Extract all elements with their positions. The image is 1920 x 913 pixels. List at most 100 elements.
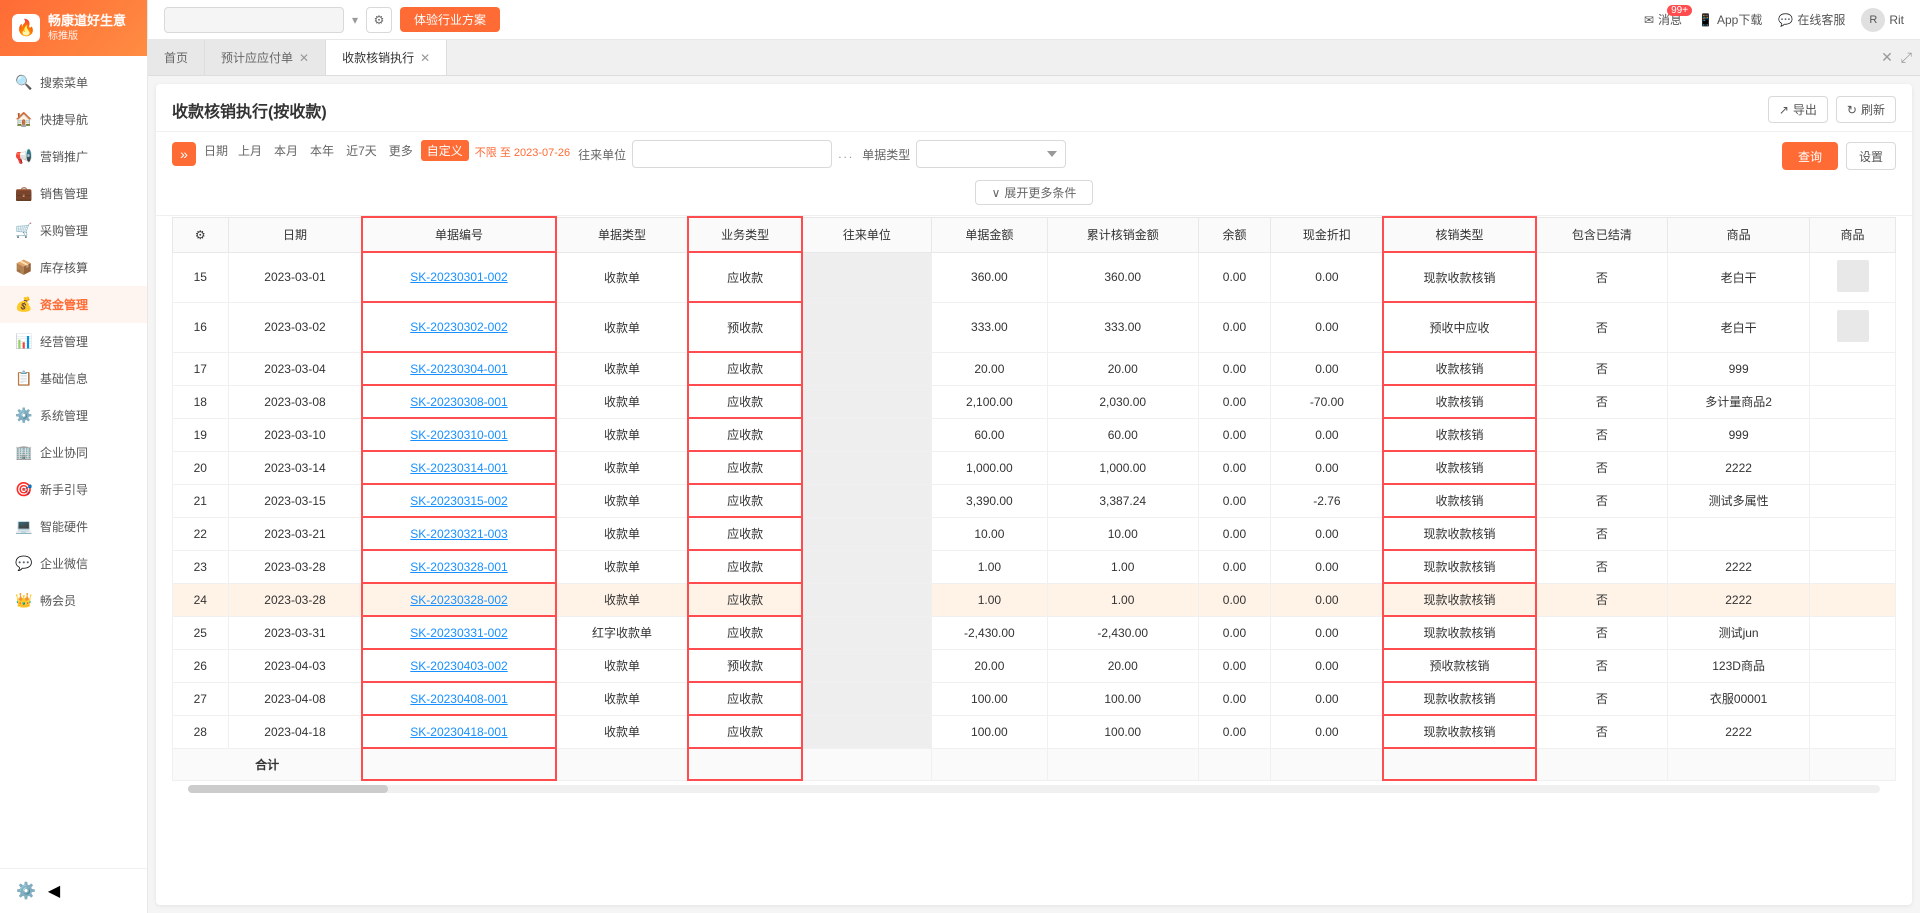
- cell-cash-discount: 0.00: [1271, 583, 1384, 616]
- cell-cash-discount: 0.00: [1271, 517, 1384, 550]
- sidebar-item-system[interactable]: ⚙️系统管理: [0, 397, 147, 434]
- voucher-link[interactable]: SK-20230301-002: [410, 270, 507, 284]
- sidebar-item-enterprise[interactable]: 🏢企业协同: [0, 434, 147, 471]
- sidebar-item-finance[interactable]: 💰资金管理: [0, 286, 147, 323]
- sidebar-item-label: 销售管理: [40, 185, 88, 202]
- tab-close-all-icon[interactable]: ✕: [1881, 49, 1893, 66]
- tab-collection-close[interactable]: ✕: [420, 51, 430, 65]
- logo-main: 畅康道好生意: [48, 13, 126, 30]
- voucher-link[interactable]: SK-20230321-003: [410, 527, 507, 541]
- th-partner[interactable]: 往来单位: [802, 217, 932, 252]
- tab-expand-icon[interactable]: ⤢: [1901, 49, 1912, 66]
- th-amount[interactable]: 单据金额: [931, 217, 1047, 252]
- tab-prepay[interactable]: 预计应应付单 ✕: [205, 40, 326, 75]
- filter-last-month[interactable]: 上月: [234, 140, 266, 161]
- cell-product: 999: [1668, 352, 1810, 385]
- th-product1[interactable]: 商品: [1668, 217, 1810, 252]
- th-balance[interactable]: 余额: [1198, 217, 1271, 252]
- topbar-gear-button[interactable]: ⚙: [366, 7, 392, 33]
- cell-product: 衣服00001: [1668, 682, 1810, 715]
- table-row: 22 2023-03-21 SK-20230321-003 收款单 应收款 10…: [173, 517, 1896, 550]
- expand-more-button[interactable]: ∨ 展开更多条件: [975, 180, 1094, 205]
- tab-prepay-close[interactable]: ✕: [299, 51, 309, 65]
- sidebar-item-operation[interactable]: 📊经营管理: [0, 323, 147, 360]
- cell-writeoff-type: 收款核销: [1383, 484, 1535, 517]
- voucher-link[interactable]: SK-20230328-002: [410, 593, 507, 607]
- topbar-app-download[interactable]: 📱 App下载: [1698, 11, 1762, 28]
- topbar-online-service[interactable]: 💬 在线客服: [1778, 11, 1845, 28]
- system-icon: ⚙️: [16, 408, 32, 424]
- cell-cash-discount: 0.00: [1271, 616, 1384, 649]
- topbar-industry-button[interactable]: 体验行业方案: [400, 7, 500, 32]
- sidebar-item-wechat[interactable]: 💬企业微信: [0, 545, 147, 582]
- voucher-link[interactable]: SK-20230418-001: [410, 725, 507, 739]
- filter-this-year[interactable]: 本年: [306, 140, 338, 161]
- cell-num: 27: [173, 682, 229, 715]
- topbar-search-input[interactable]: [164, 7, 344, 33]
- sidebar-item-member[interactable]: 👑畅会员: [0, 582, 147, 619]
- filter-partner-label: 往来单位: [578, 146, 626, 163]
- th-writeoff-type[interactable]: 核销类型: [1383, 217, 1535, 252]
- voucher-link[interactable]: SK-20230302-002: [410, 320, 507, 334]
- setting-button[interactable]: 设置: [1846, 142, 1896, 170]
- voucher-link[interactable]: SK-20230331-002: [410, 626, 507, 640]
- sidebar-item-marketing[interactable]: 📢营销推广: [0, 138, 147, 175]
- cell-product-img: [1810, 484, 1896, 517]
- sidebar-item-quicknav[interactable]: 🏠快捷导航: [0, 101, 147, 138]
- horizontal-scrollbar[interactable]: [188, 785, 1880, 793]
- cell-cash-discount: -70.00: [1271, 385, 1384, 418]
- cell-date: 2023-03-04: [228, 352, 362, 385]
- th-cash-discount[interactable]: 现金折扣: [1271, 217, 1384, 252]
- cell-biz-type: 应收款: [688, 616, 801, 649]
- th-product2[interactable]: 商品: [1810, 217, 1896, 252]
- tab-collection[interactable]: 收款核销执行 ✕: [326, 40, 447, 75]
- cell-num: 21: [173, 484, 229, 517]
- filter-this-month[interactable]: 本月: [270, 140, 302, 161]
- table-row: 24 2023-03-28 SK-20230328-002 收款单 应收款 1.…: [173, 583, 1896, 616]
- tab-home[interactable]: 首页: [148, 40, 205, 75]
- filter-expand-button[interactable]: »: [172, 142, 196, 166]
- th-include-settled[interactable]: 包含已结清: [1536, 217, 1668, 252]
- topbar-user[interactable]: R Rit: [1861, 8, 1904, 32]
- voucher-link[interactable]: SK-20230314-001: [410, 461, 507, 475]
- voucher-link[interactable]: SK-20230403-002: [410, 659, 507, 673]
- voucher-link[interactable]: SK-20230408-001: [410, 692, 507, 706]
- filter-more[interactable]: 更多: [385, 140, 417, 161]
- th-voucher-type[interactable]: 单据类型: [556, 217, 689, 252]
- voucher-link[interactable]: SK-20230315-002: [410, 494, 507, 508]
- sidebar-item-newguide[interactable]: 🎯新手引导: [0, 471, 147, 508]
- cell-partner: [802, 517, 932, 550]
- th-biz-type[interactable]: 业务类型: [688, 217, 801, 252]
- cell-include-settled: 否: [1536, 451, 1668, 484]
- cell-voucher-type: 收款单: [556, 715, 689, 748]
- topbar-messages[interactable]: ✉ 消息 99+: [1644, 11, 1682, 28]
- message-icon: ✉: [1644, 13, 1654, 27]
- cell-product: 测试jun: [1668, 616, 1810, 649]
- topbar-dropdown-arrow[interactable]: ▾: [352, 13, 358, 27]
- th-date[interactable]: 日期: [228, 217, 362, 252]
- voucher-link[interactable]: SK-20230310-001: [410, 428, 507, 442]
- filter-partner-input[interactable]: [632, 140, 832, 168]
- sidebar-item-basic[interactable]: 📋基础信息: [0, 360, 147, 397]
- sidebar-item-purchase[interactable]: 🛒采购管理: [0, 212, 147, 249]
- settings-icon[interactable]: ⚙️: [16, 881, 36, 901]
- th-voucher-no[interactable]: 单据编号: [362, 217, 555, 252]
- voucher-link[interactable]: SK-20230328-001: [410, 560, 507, 574]
- sidebar-item-hardware[interactable]: 💻智能硬件: [0, 508, 147, 545]
- filter-7days[interactable]: 近7天: [342, 140, 381, 161]
- voucher-link[interactable]: SK-20230308-001: [410, 395, 507, 409]
- export-button[interactable]: ↗ 导出: [1768, 96, 1828, 123]
- collapse-icon[interactable]: ◀: [48, 881, 60, 901]
- filter-voucher-type-select[interactable]: [916, 140, 1066, 168]
- sidebar-item-sales[interactable]: 💼销售管理: [0, 175, 147, 212]
- th-icon[interactable]: ⚙: [173, 217, 229, 252]
- refresh-button[interactable]: ↻ 刷新: [1836, 96, 1896, 123]
- query-button[interactable]: 查询: [1782, 142, 1838, 170]
- filter-custom[interactable]: 自定义: [421, 140, 469, 161]
- th-accumulated[interactable]: 累计核销金额: [1047, 217, 1198, 252]
- cell-voucher-no: SK-20230403-002: [362, 649, 555, 682]
- voucher-link[interactable]: SK-20230304-001: [410, 362, 507, 376]
- sidebar-item-search[interactable]: 🔍搜索菜单: [0, 64, 147, 101]
- sidebar-item-inventory[interactable]: 📦库存核算: [0, 249, 147, 286]
- scrollbar-thumb[interactable]: [188, 785, 388, 793]
